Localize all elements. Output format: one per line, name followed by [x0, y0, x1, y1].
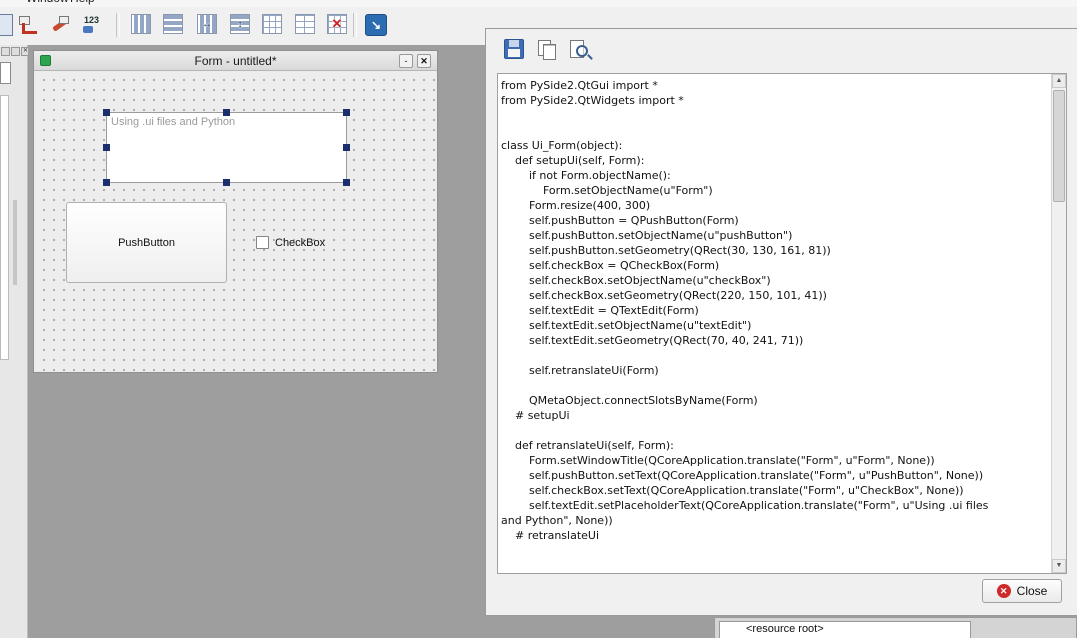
form-designer-window: Form - untitled* - ✕ Using .ui files and… — [33, 50, 438, 373]
layout-form-icon[interactable] — [295, 14, 317, 36]
resource-tree[interactable]: <resource root> — [719, 621, 971, 638]
checkbox-indicator[interactable] — [256, 236, 269, 249]
adjust-size-icon[interactable]: ↘ — [365, 14, 387, 36]
form-canvas[interactable]: Using .ui files and Python PushButton Ch… — [36, 72, 436, 371]
resize-handle-right[interactable] — [343, 144, 350, 151]
break-layout-icon[interactable]: ✕ — [327, 14, 349, 36]
layout-vertical-icon[interactable] — [163, 14, 185, 36]
code-text: from PySide2.QtGui import * from PySide2… — [498, 74, 1066, 547]
save-icon[interactable] — [504, 39, 526, 61]
form-title: Form - untitled* — [34, 54, 437, 68]
scroll-up-icon[interactable]: ▲ — [1052, 74, 1066, 88]
resize-handle-bottom-right[interactable] — [343, 179, 350, 186]
pushbutton-widget[interactable]: PushButton — [66, 202, 227, 283]
resize-handle-top[interactable] — [223, 109, 230, 116]
dock-scrollbar-fragment[interactable] — [13, 200, 17, 285]
find-icon[interactable] — [568, 39, 590, 61]
resize-handle-bottom[interactable] — [223, 179, 230, 186]
checkbox-widget[interactable]: CheckBox — [256, 222, 357, 263]
dock-button[interactable] — [1, 47, 10, 56]
dock-list-fragment — [0, 95, 9, 360]
menu-window[interactable]: Window — [26, 0, 69, 5]
edit-tab-order-icon[interactable]: 123 — [82, 14, 104, 36]
toolbar-separator — [116, 13, 120, 37]
dialog-close-button[interactable]: ✕ Close — [982, 579, 1062, 603]
code-area[interactable]: from PySide2.QtGui import * from PySide2… — [497, 73, 1067, 574]
form-minimize-button[interactable]: - — [399, 54, 413, 68]
close-button-label: Close — [1017, 584, 1048, 598]
vertical-scrollbar[interactable]: ▲ ▼ — [1051, 74, 1066, 573]
textedit-widget[interactable]: Using .ui files and Python — [106, 112, 347, 183]
resize-handle-top-left[interactable] — [103, 109, 110, 116]
edit-signals-slots-icon[interactable] — [18, 14, 40, 36]
code-preview-dialog: from PySide2.QtGui import * from PySide2… — [485, 28, 1077, 616]
copy-icon[interactable] — [536, 39, 558, 61]
form-titlebar[interactable]: Form - untitled* - ✕ — [34, 51, 437, 71]
resource-root-item[interactable]: <resource root> — [746, 623, 824, 635]
edit-buddies-icon[interactable] — [50, 14, 72, 36]
resize-handle-left[interactable] — [103, 144, 110, 151]
qt-designer-window: Window Help 123 ↔ ↕ ✕ ↘ ✕ Form - unti — [0, 0, 1077, 638]
textedit-placeholder: Using .ui files and Python — [111, 116, 235, 128]
menu-help[interactable]: Help — [70, 0, 95, 5]
scroll-down-icon[interactable]: ▼ — [1052, 559, 1066, 573]
toolbar-separator — [353, 13, 357, 37]
resize-handle-bottom-left[interactable] — [103, 179, 110, 186]
resource-browser: <resource root> — [714, 617, 1077, 638]
splitter-vertical-icon[interactable]: ↕ — [230, 14, 252, 36]
form-close-button[interactable]: ✕ — [417, 54, 431, 68]
menu-bar: Window Help — [0, 0, 1077, 7]
dock-float-button[interactable] — [11, 47, 20, 56]
resize-handle-top-right[interactable] — [343, 109, 350, 116]
close-circle-icon: ✕ — [997, 584, 1011, 598]
layout-grid-icon[interactable] — [262, 14, 284, 36]
dock-input-fragment — [0, 62, 11, 84]
scrollbar-thumb[interactable] — [1053, 90, 1065, 202]
layout-horizontal-icon[interactable] — [131, 14, 153, 36]
splitter-horizontal-icon[interactable]: ↔ — [197, 14, 219, 36]
checkbox-label: CheckBox — [275, 237, 325, 249]
left-dock-panel: ✕ — [0, 45, 28, 638]
